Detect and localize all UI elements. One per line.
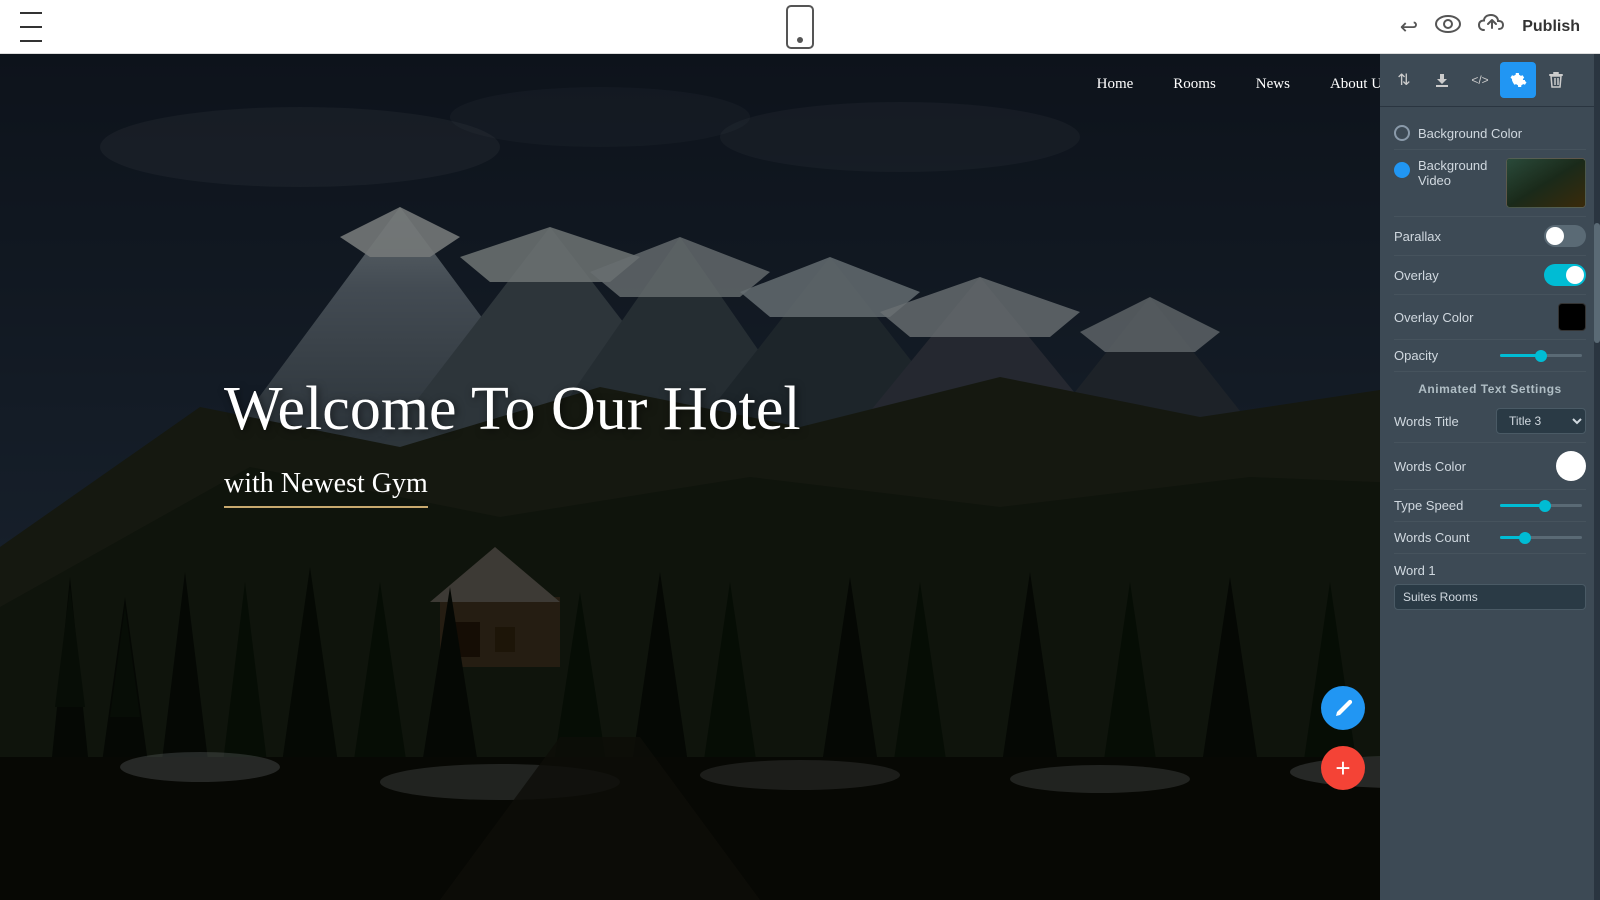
- upload-cloud-icon[interactable]: [1478, 12, 1506, 41]
- words-color-label: Words Color: [1394, 459, 1556, 474]
- nav-news[interactable]: News: [1256, 76, 1290, 93]
- words-title-label: Words Title: [1394, 414, 1496, 429]
- overlay-color-swatch[interactable]: [1558, 303, 1586, 331]
- panel-download-btn[interactable]: [1424, 62, 1460, 98]
- toolbar: ↩ Publish: [0, 0, 1600, 54]
- bg-color-radio[interactable]: [1394, 125, 1410, 141]
- opacity-slider[interactable]: [1496, 354, 1586, 357]
- opacity-label: Opacity: [1394, 348, 1496, 363]
- panel-icon-toolbar: ⇅ </>: [1380, 54, 1600, 107]
- bg-video-label: Background Video: [1418, 158, 1506, 188]
- overlay-color-row: Overlay Color: [1394, 295, 1586, 340]
- panel-move-btn[interactable]: ⇅: [1386, 62, 1422, 98]
- type-speed-row: Type Speed: [1394, 490, 1586, 522]
- navigation: Home Rooms News About Us BOOK NOW: [0, 54, 1600, 114]
- hero-subtitle: with Newest Gym: [224, 468, 428, 508]
- hamburger-menu[interactable]: [20, 8, 42, 46]
- parallax-row: Parallax: [1394, 217, 1586, 256]
- word1-label: Word 1: [1394, 563, 1436, 578]
- panel-settings-btn[interactable]: [1500, 62, 1536, 98]
- hero-content: Welcome To Our Hotel with Newest Gym: [224, 375, 801, 507]
- bg-thumbnail[interactable]: [1506, 158, 1586, 208]
- toolbar-right: ↩ Publish: [1400, 12, 1580, 41]
- bg-video-radio[interactable]: [1394, 162, 1410, 178]
- canvas: Home Rooms News About Us BOOK NOW Welcom…: [0, 54, 1600, 900]
- background-color-row: Background Color: [1394, 117, 1586, 150]
- opacity-row: Opacity: [1394, 340, 1586, 372]
- words-color-row: Words Color: [1394, 443, 1586, 490]
- overlay-toggle[interactable]: [1544, 264, 1586, 286]
- type-speed-label: Type Speed: [1394, 498, 1496, 513]
- nav-home[interactable]: Home: [1097, 76, 1134, 93]
- add-fab[interactable]: +: [1321, 746, 1365, 790]
- words-color-swatch[interactable]: [1556, 451, 1586, 481]
- word1-section: Word 1 Suites Rooms: [1394, 554, 1586, 618]
- word1-input[interactable]: Suites Rooms: [1394, 584, 1586, 610]
- words-title-select[interactable]: Title 3 Title 1 Title 2 Title 4: [1496, 408, 1586, 434]
- background-video-row: Background Video: [1394, 150, 1586, 217]
- right-panel: ⇅ </>: [1380, 54, 1600, 900]
- edit-fab[interactable]: [1321, 686, 1365, 730]
- animated-text-header: Animated Text Settings: [1394, 372, 1586, 400]
- toolbar-left: [20, 8, 42, 46]
- nav-rooms[interactable]: Rooms: [1173, 76, 1216, 93]
- panel-delete-btn[interactable]: [1538, 62, 1574, 98]
- bg-color-label: Background Color: [1418, 126, 1586, 141]
- panel-code-btn[interactable]: </>: [1462, 62, 1498, 98]
- words-count-slider[interactable]: [1496, 536, 1586, 539]
- words-title-row: Words Title Title 3 Title 1 Title 2 Titl…: [1394, 400, 1586, 443]
- overlay-row: Overlay: [1394, 256, 1586, 295]
- words-count-label: Words Count: [1394, 530, 1496, 545]
- parallax-toggle[interactable]: [1544, 225, 1586, 247]
- hero-title: Welcome To Our Hotel: [224, 375, 801, 443]
- panel-content: Background Color Background Video: [1380, 107, 1600, 900]
- toolbar-center: [786, 5, 814, 49]
- parallax-label: Parallax: [1394, 229, 1544, 244]
- publish-button[interactable]: Publish: [1522, 18, 1580, 36]
- overlay-label: Overlay: [1394, 268, 1544, 283]
- panel-scrollbar[interactable]: [1594, 54, 1600, 900]
- type-speed-slider[interactable]: [1496, 504, 1586, 507]
- eye-icon[interactable]: [1434, 14, 1462, 40]
- overlay-color-label: Overlay Color: [1394, 310, 1558, 325]
- mobile-preview-icon[interactable]: [786, 5, 814, 49]
- words-count-row: Words Count: [1394, 522, 1586, 554]
- undo-icon[interactable]: ↩: [1400, 14, 1418, 40]
